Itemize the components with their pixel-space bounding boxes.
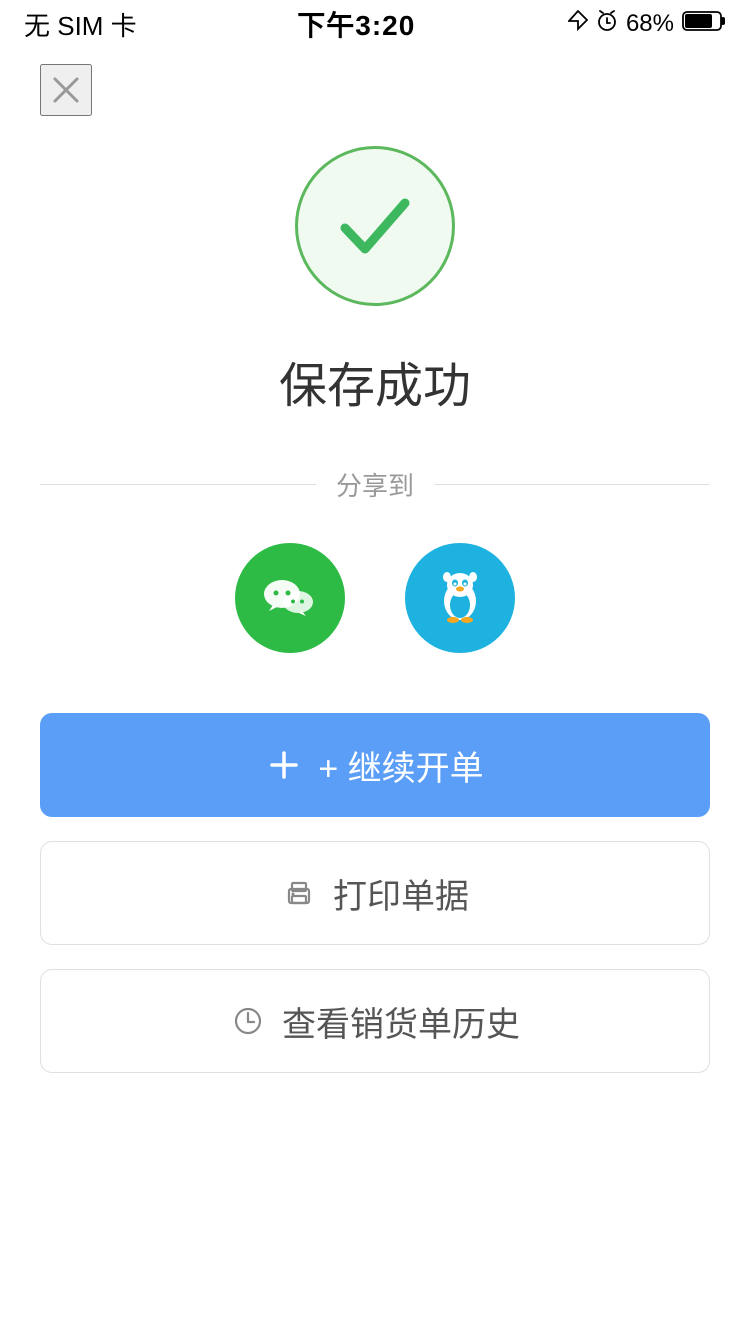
history-icon: [230, 1003, 266, 1039]
print-button[interactable]: 打印单据: [40, 841, 710, 945]
alarm-icon: [596, 10, 618, 39]
status-right: 68%: [568, 10, 726, 39]
success-icon-circle: [295, 146, 455, 306]
status-left: 无 SIM 卡: [24, 6, 145, 43]
continue-button[interactable]: + 继续开单: [40, 713, 710, 817]
history-button-label: 查看销货单历史: [282, 997, 520, 1046]
continue-button-label: + 继续开单: [318, 741, 483, 790]
location-icon: [568, 10, 588, 39]
plus-icon: [266, 747, 302, 783]
share-divider: 分享到: [40, 466, 710, 503]
wechat-share-button[interactable]: [235, 543, 345, 653]
status-time: 下午3:20: [297, 4, 415, 44]
print-button-label: 打印单据: [333, 869, 469, 918]
close-button[interactable]: [40, 64, 92, 116]
main-content: 保存成功 分享到: [0, 44, 750, 1334]
divider-line-left: [40, 484, 316, 485]
print-icon: [281, 875, 317, 911]
carrier-text: 无 SIM 卡: [24, 6, 137, 43]
battery-icon: [682, 10, 726, 39]
qq-share-button[interactable]: [405, 543, 515, 653]
share-icons-row: [235, 543, 515, 653]
status-bar: 无 SIM 卡 下午3:20 68%: [0, 0, 750, 44]
action-buttons: + 继续开单 打印单据 查看销货单历史: [40, 713, 710, 1073]
battery-text: 68%: [626, 10, 674, 38]
history-button[interactable]: 查看销货单历史: [40, 969, 710, 1073]
divider-line-right: [434, 484, 710, 485]
success-title: 保存成功: [279, 346, 471, 416]
share-label: 分享到: [336, 466, 414, 503]
